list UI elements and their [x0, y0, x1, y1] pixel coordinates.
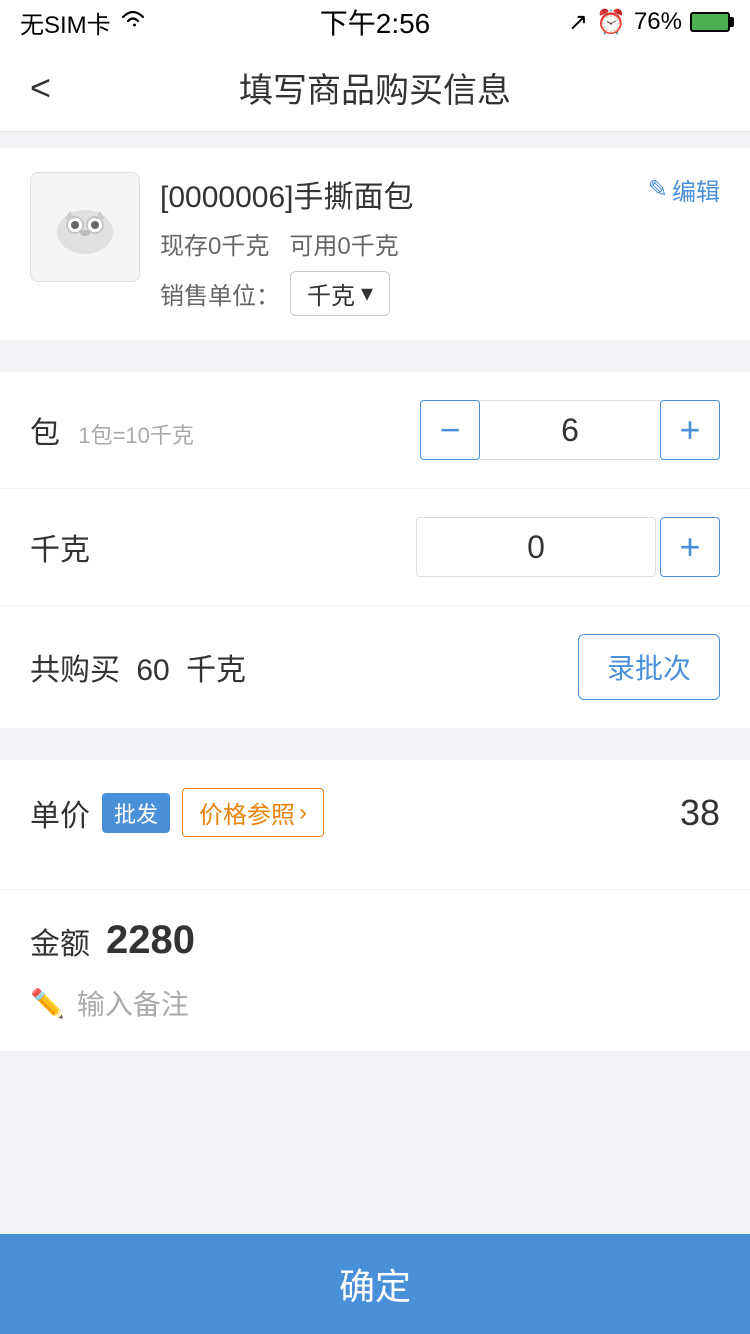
amount-row: 金额 2280	[30, 918, 720, 963]
amount-section: 金额 2280 ✏️ 输入备注	[0, 889, 750, 1051]
note-row[interactable]: ✏️ 输入备注	[30, 983, 720, 1023]
carrier-label: 无SIM卡	[20, 5, 111, 40]
dropdown-arrow-icon: ▾	[361, 279, 373, 308]
back-button[interactable]: <	[30, 67, 51, 109]
battery-percent: 76%	[634, 8, 682, 36]
total-amount: 60	[136, 654, 169, 687]
edit-icon: ✎	[648, 175, 668, 204]
price-row: 单价 批发 价格参照 › 38	[30, 788, 720, 837]
note-label: 输入备注	[77, 983, 189, 1023]
unit-label: 销售单位：	[160, 276, 280, 311]
edit-button[interactable]: ✎ 编辑	[648, 172, 720, 207]
confirm-button-label: 确定	[339, 1258, 411, 1310]
total-text: 共购买 60 千克	[30, 645, 246, 689]
bao-quantity-input[interactable]	[480, 400, 660, 460]
location-icon: ↗	[568, 8, 588, 37]
product-stock: 现存0千克 可用0千克	[160, 226, 720, 261]
price-value: 38	[680, 792, 720, 834]
price-section: 单价 批发 价格参照 › 38	[0, 760, 750, 889]
quantity-kg-row: 千克 +	[0, 489, 750, 606]
price-left: 单价 批发 价格参照 ›	[30, 788, 324, 837]
quantity-section: 包 1包=10千克 − + 千克 +	[0, 372, 750, 606]
confirm-bar[interactable]: 确定	[0, 1234, 750, 1334]
unit-value: 千克	[307, 276, 355, 311]
status-left: 无SIM卡	[20, 5, 147, 40]
bao-sublabel: 1包=10千克	[78, 423, 194, 448]
amount-label: 金额	[30, 919, 90, 963]
price-ref-arrow-icon: ›	[299, 799, 307, 827]
quantity-bao-row: 包 1包=10千克 − +	[0, 372, 750, 489]
kg-quantity-control: +	[416, 517, 720, 577]
bao-quantity-control: − +	[420, 400, 720, 460]
separator-1	[0, 340, 750, 356]
total-row: 共购买 60 千克 录批次	[0, 606, 750, 728]
alarm-icon: ⏰	[596, 8, 626, 37]
product-card: [0000006]手撕面包 ✎ 编辑 现存0千克 可用0千克 销售单位： 千克 …	[0, 148, 750, 340]
product-image	[30, 172, 140, 282]
batch-button[interactable]: 录批次	[578, 634, 720, 700]
status-bar: 无SIM卡 下午2:56 ↗ ⏰ 76%	[0, 0, 750, 44]
edit-label: 编辑	[672, 172, 720, 207]
kg-label: 千克	[30, 525, 416, 569]
unit-selector[interactable]: 千克 ▾	[290, 271, 390, 316]
kg-plus-button[interactable]: +	[660, 517, 720, 577]
price-label: 单价	[30, 791, 90, 835]
bao-label: 包 1包=10千克	[30, 408, 420, 452]
page-title: 填写商品购买信息	[239, 63, 511, 112]
separator-2	[0, 728, 750, 744]
bao-plus-button[interactable]: +	[660, 400, 720, 460]
wifi-icon	[119, 8, 147, 36]
product-info: [0000006]手撕面包 ✎ 编辑 现存0千克 可用0千克 销售单位： 千克 …	[160, 172, 720, 316]
amount-value: 2280	[106, 918, 195, 963]
bao-minus-button[interactable]: −	[420, 400, 480, 460]
product-unit-row: 销售单位： 千克 ▾	[160, 271, 720, 316]
price-ref-label: 价格参照	[199, 795, 295, 830]
bottom-spacer	[0, 1051, 750, 1251]
status-time: 下午2:56	[320, 2, 431, 42]
pencil-icon: ✏️	[30, 987, 65, 1020]
product-name: [0000006]手撕面包	[160, 172, 413, 216]
price-ref-button[interactable]: 价格参照 ›	[182, 788, 324, 837]
status-right: ↗ ⏰ 76%	[568, 8, 730, 37]
kg-quantity-input[interactable]	[416, 517, 656, 577]
nav-bar: < 填写商品购买信息	[0, 44, 750, 132]
battery-icon	[690, 12, 730, 32]
price-tag: 批发	[102, 793, 170, 833]
